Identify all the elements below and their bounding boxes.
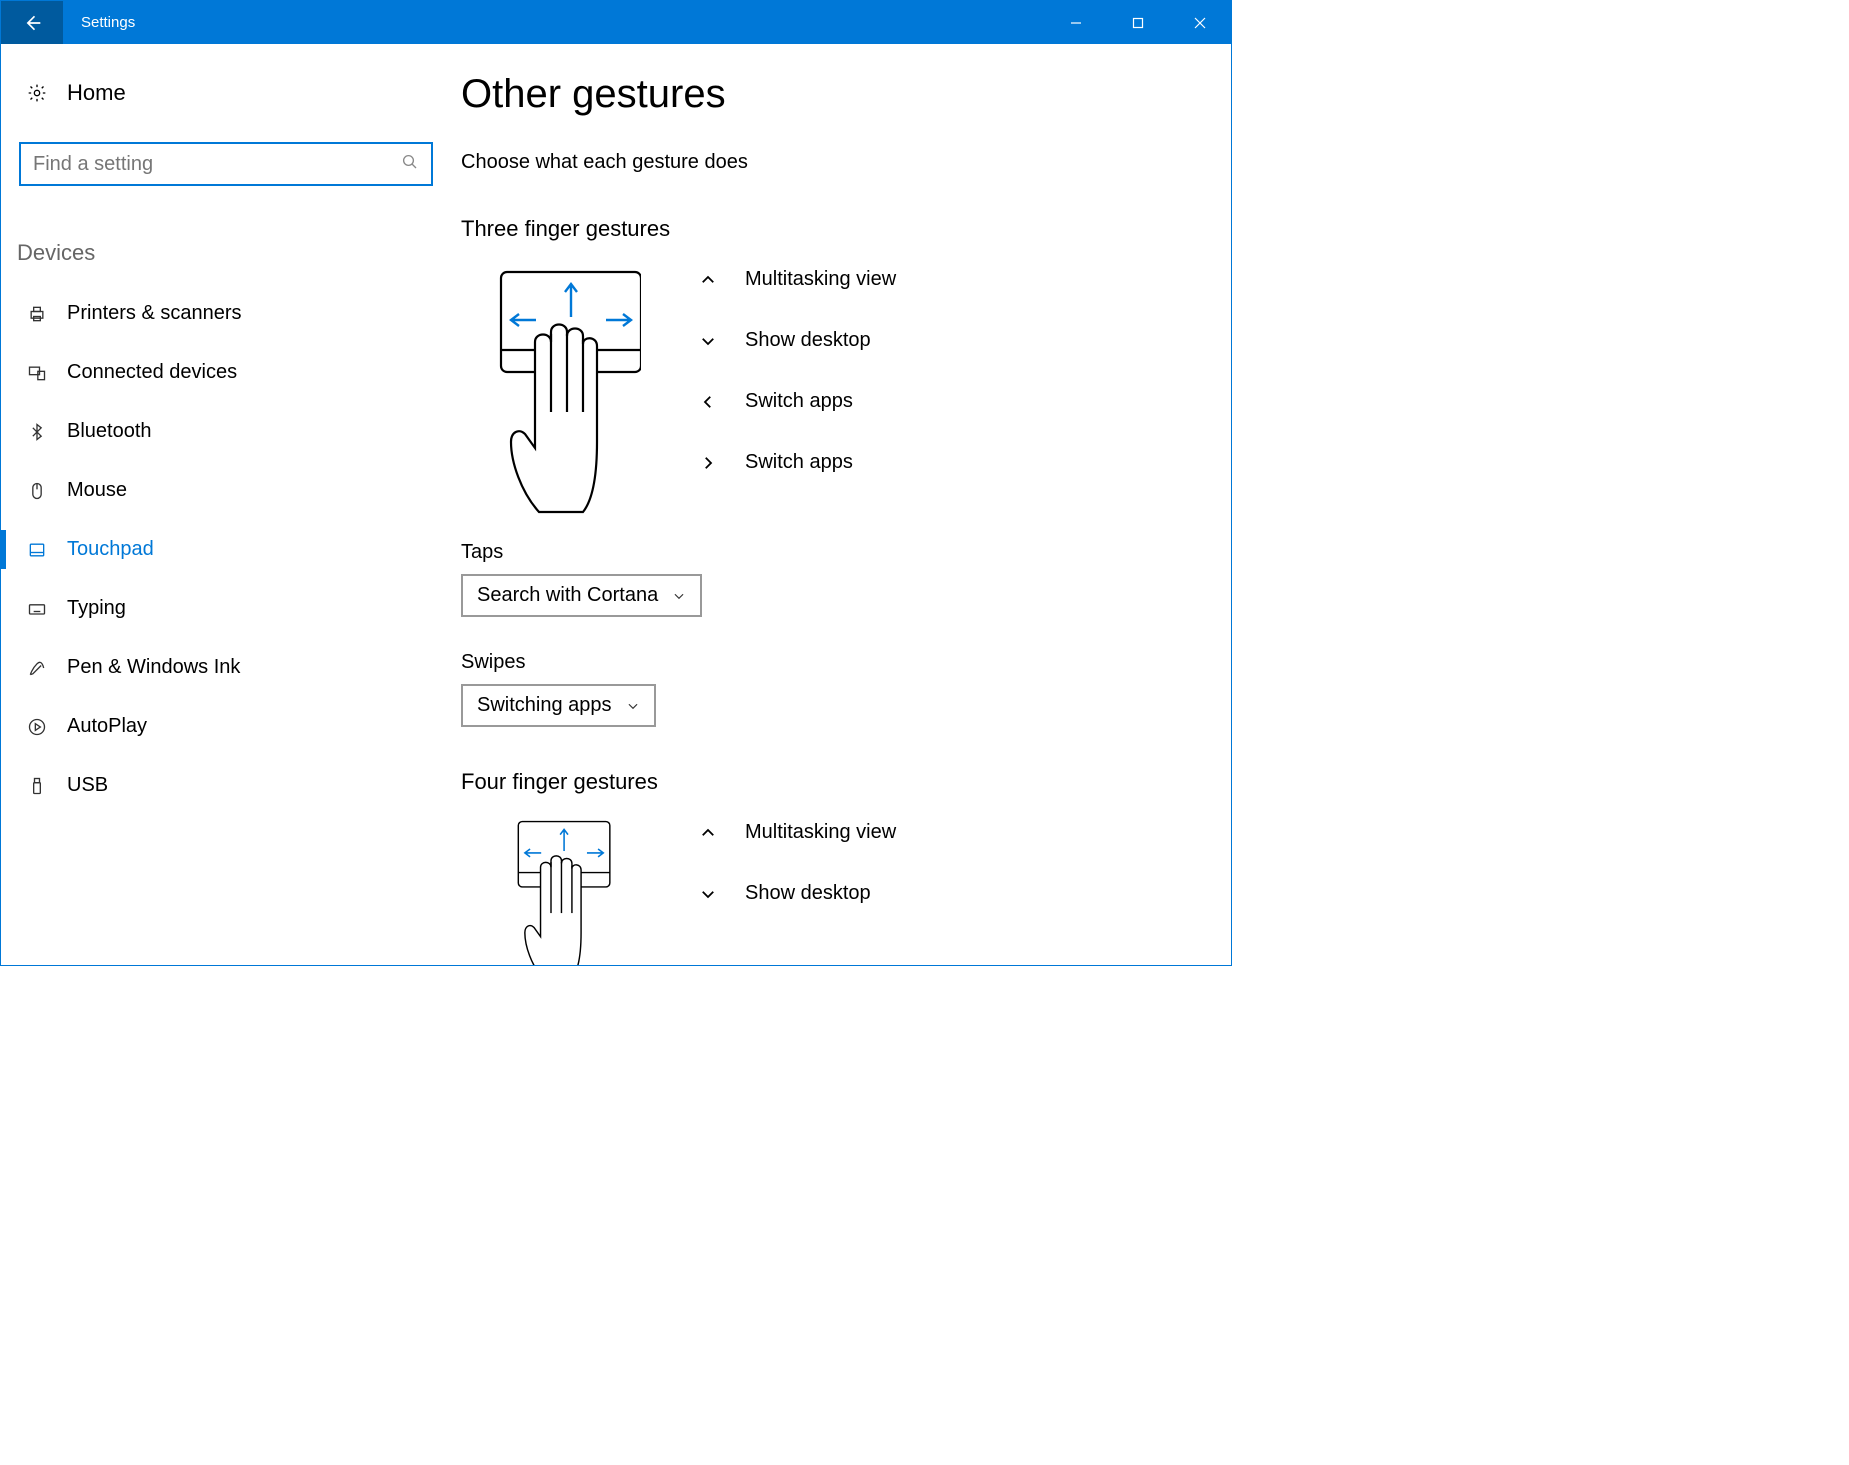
back-button[interactable]	[1, 1, 63, 44]
sidebar-item-label: Bluetooth	[67, 420, 152, 443]
bluetooth-icon	[25, 422, 49, 442]
sidebar-item-autoplay[interactable]: AutoPlay	[17, 697, 435, 756]
gesture-up-row: Multitasking view	[697, 821, 896, 844]
three-finger-title: Three finger gestures	[461, 216, 1191, 242]
autoplay-icon	[25, 717, 49, 737]
gesture-left-row: Switch apps	[697, 390, 896, 413]
four-finger-title: Four finger gestures	[461, 769, 1191, 795]
sidebar-nav: Printers & scanners Connected devices Bl…	[17, 284, 435, 815]
maximize-button[interactable]	[1107, 1, 1169, 44]
close-button[interactable]	[1169, 1, 1231, 44]
taps-value: Search with Cortana	[477, 584, 658, 607]
sidebar-item-label: AutoPlay	[67, 715, 147, 738]
sidebar: Home Devices Printers & scanners Connect…	[1, 44, 451, 965]
page-description: Choose what each gesture does	[461, 151, 1191, 174]
keyboard-icon	[25, 599, 49, 619]
three-finger-block: Multitasking view Show desktop Switch ap…	[461, 262, 1191, 527]
mouse-icon	[25, 481, 49, 501]
taps-label: Taps	[461, 541, 1191, 564]
chevron-left-icon	[697, 393, 719, 411]
window-controls	[1045, 1, 1231, 44]
chevron-down-icon	[697, 885, 719, 903]
touchpad-illustration	[461, 262, 641, 527]
sidebar-item-touchpad[interactable]: Touchpad	[17, 520, 435, 579]
printer-icon	[25, 304, 49, 324]
sidebar-item-label: Connected devices	[67, 361, 237, 384]
sidebar-item-connected[interactable]: Connected devices	[17, 343, 435, 402]
gesture-right-label: Switch apps	[745, 451, 853, 474]
page-heading: Other gestures	[461, 72, 1191, 117]
gesture-up-label: Multitasking view	[745, 821, 896, 844]
chevron-up-icon	[697, 824, 719, 842]
four-finger-block: Multitasking view Show desktop	[461, 815, 1191, 965]
search-input[interactable]	[33, 153, 401, 176]
search-icon	[401, 153, 419, 176]
gesture-left-label: Switch apps	[745, 390, 853, 413]
gesture-up-row: Multitasking view	[697, 268, 896, 291]
sidebar-home-label: Home	[67, 80, 126, 106]
gesture-down-row: Show desktop	[697, 329, 896, 352]
swipes-dropdown[interactable]: Switching apps	[461, 684, 656, 727]
gesture-down-row: Show desktop	[697, 882, 896, 905]
swipes-value: Switching apps	[477, 694, 612, 717]
sidebar-item-label: USB	[67, 774, 108, 797]
minimize-button[interactable]	[1045, 1, 1107, 44]
taps-dropdown[interactable]: Search with Cortana	[461, 574, 702, 617]
sidebar-item-mouse[interactable]: Mouse	[17, 461, 435, 520]
gear-icon	[25, 83, 49, 103]
pen-icon	[25, 658, 49, 678]
swipes-label: Swipes	[461, 651, 1191, 674]
search-box[interactable]	[19, 142, 433, 186]
sidebar-item-bluetooth[interactable]: Bluetooth	[17, 402, 435, 461]
gesture-down-label: Show desktop	[745, 329, 871, 352]
gesture-down-label: Show desktop	[745, 882, 871, 905]
content-area: Other gestures Choose what each gesture …	[451, 44, 1231, 965]
chevron-right-icon	[697, 454, 719, 472]
touchpad-illustration	[461, 815, 641, 965]
sidebar-item-pen[interactable]: Pen & Windows Ink	[17, 638, 435, 697]
chevron-up-icon	[697, 271, 719, 289]
gesture-up-label: Multitasking view	[745, 268, 896, 291]
gesture-right-row: Switch apps	[697, 451, 896, 474]
sidebar-item-typing[interactable]: Typing	[17, 579, 435, 638]
usb-icon	[25, 776, 49, 796]
sidebar-item-label: Pen & Windows Ink	[67, 656, 240, 679]
sidebar-item-label: Touchpad	[67, 538, 154, 561]
chevron-down-icon	[672, 589, 686, 603]
sidebar-section-label: Devices	[17, 240, 435, 266]
touchpad-icon	[25, 540, 49, 560]
window-title: Settings	[63, 1, 1045, 44]
sidebar-item-printers[interactable]: Printers & scanners	[17, 284, 435, 343]
chevron-down-icon	[626, 699, 640, 713]
sidebar-item-label: Mouse	[67, 479, 127, 502]
sidebar-item-label: Typing	[67, 597, 126, 620]
devices-icon	[25, 363, 49, 383]
sidebar-item-label: Printers & scanners	[67, 302, 242, 325]
titlebar: Settings	[1, 1, 1231, 44]
sidebar-item-usb[interactable]: USB	[17, 756, 435, 815]
sidebar-home[interactable]: Home	[17, 68, 435, 118]
chevron-down-icon	[697, 332, 719, 350]
